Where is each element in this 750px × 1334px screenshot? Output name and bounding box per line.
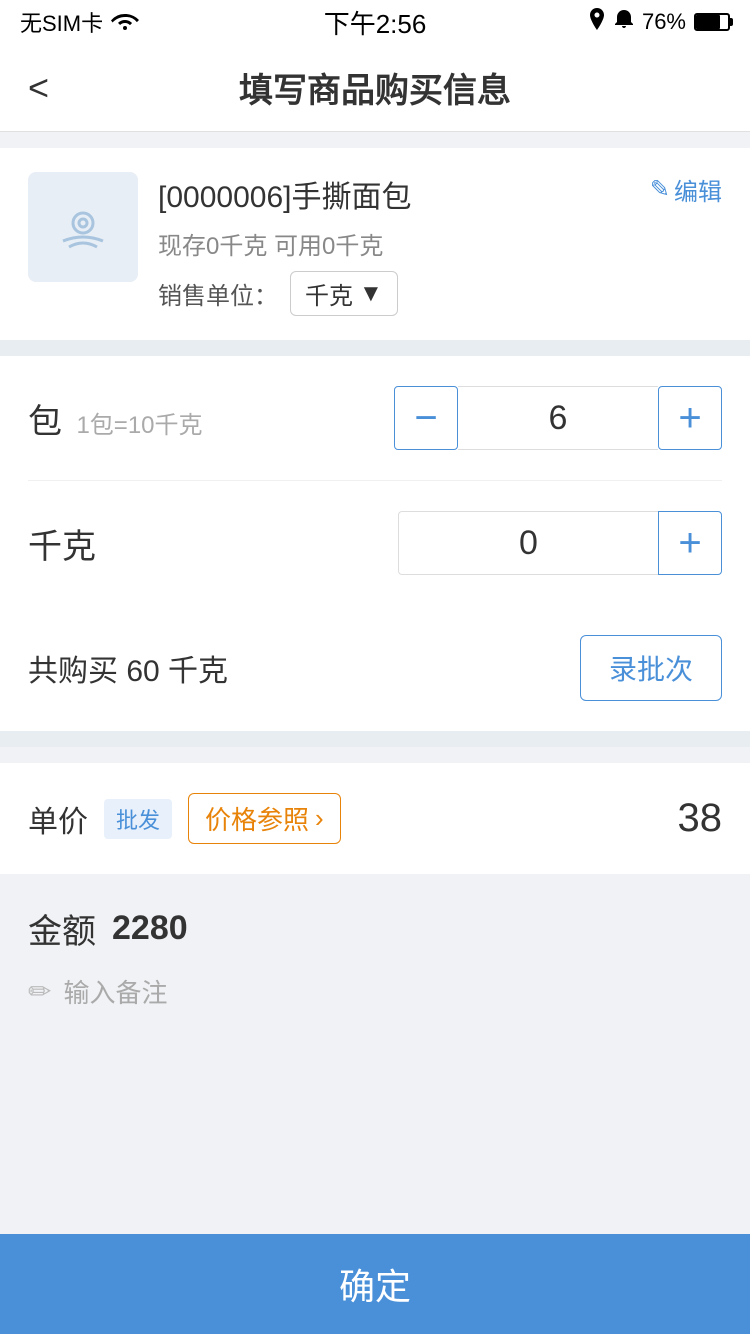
alarm-icon [614,8,634,36]
kg-quantity-control: + [398,511,722,575]
kg-plus-button[interactable]: + [658,511,722,575]
product-card: [0000006]手撕面包 现存0千克 可用0千克 销售单位： 千克 ▼ ✎ 编… [0,148,750,340]
summary-row: 共购买 60 千克 录批次 [0,605,750,731]
bao-hint: 1包=10千克 [76,412,202,439]
bao-quantity-control: − + [394,386,722,450]
product-info: [0000006]手撕面包 现存0千克 可用0千克 销售单位： 千克 ▼ [158,172,722,316]
product-unit: 销售单位： 千克 ▼ [158,271,722,316]
battery-icon [694,13,730,31]
dropdown-icon: ▼ [359,280,383,308]
amount-value: 2280 [112,909,188,948]
bao-minus-button[interactable]: − [394,386,458,450]
status-bar: 无SIM卡 下午2:56 76% [0,0,750,44]
price-ref-arrow: › [315,803,324,834]
note-row[interactable]: ✏ 输入备注 [28,973,722,1010]
edit-label: 编辑 [674,172,722,207]
location-icon [588,8,606,36]
unit-select[interactable]: 千克 ▼ [290,271,398,316]
product-stock: 现存0千克 可用0千克 [158,226,722,261]
kg-label: 千克 [28,519,96,568]
kg-quantity-input[interactable] [398,511,658,575]
status-carrier: 无SIM卡 [20,6,139,38]
summary-text: 共购买 60 千克 [28,646,228,690]
status-right: 76% [588,8,730,36]
unit-value: 千克 [305,276,353,311]
price-ref-button[interactable]: 价格参照 › [188,793,341,844]
product-name: [0000006]手撕面包 [158,172,722,216]
amount-label: 金额 [28,904,96,953]
bao-quantity-input[interactable] [458,386,658,450]
carrier-text: 无SIM卡 [20,6,103,38]
amount-section: 金额 2280 ✏ 输入备注 [0,874,750,1030]
separator-1 [0,340,750,356]
edit-button[interactable]: ✎ 编辑 [650,172,722,207]
price-label: 单价 [28,797,88,841]
amount-row: 金额 2280 [28,904,722,953]
battery-percent: 76% [642,9,686,35]
edit-icon: ✎ [650,175,670,204]
price-section: 单价 批发 价格参照 › 38 [0,763,750,874]
bao-plus-button[interactable]: + [658,386,722,450]
bao-label: 包 [28,403,62,441]
nav-bar: < 填写商品购买信息 [0,44,750,132]
status-time: 下午2:56 [324,4,427,41]
confirm-button[interactable]: 确定 [0,1234,750,1334]
price-value: 38 [678,796,723,841]
price-row: 单价 批发 价格参照 › 38 [28,793,722,844]
note-placeholder: 输入备注 [63,973,167,1010]
price-badge: 批发 [104,799,172,839]
separator-2 [0,731,750,747]
kg-row: 千克 + [28,481,722,605]
price-ref-label: 价格参照 [205,800,309,837]
note-icon: ✏ [28,975,51,1008]
bao-label-group: 包 1包=10千克 [28,394,203,443]
batch-button[interactable]: 录批次 [580,635,722,701]
page-title: 填写商品购买信息 [239,63,511,112]
back-button[interactable]: < [28,67,49,109]
input-section: 包 1包=10千克 − + 千克 + [0,356,750,605]
bao-row: 包 1包=10千克 − + [28,356,722,481]
product-image [28,172,138,282]
spacer [0,1030,750,1234]
unit-label: 销售单位： [158,276,278,311]
wifi-icon [111,8,139,36]
